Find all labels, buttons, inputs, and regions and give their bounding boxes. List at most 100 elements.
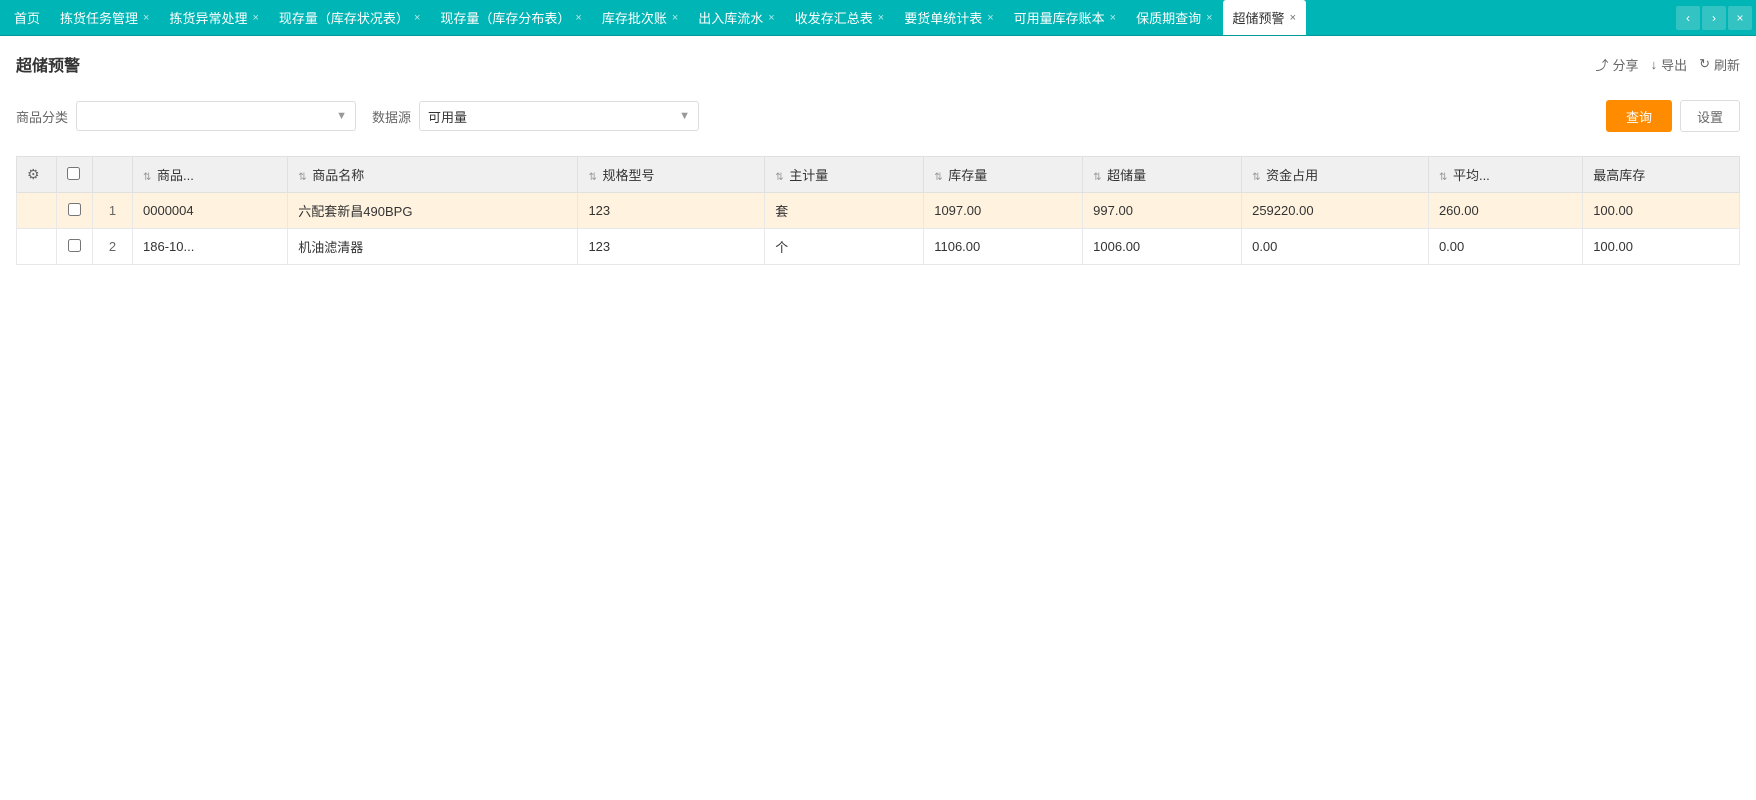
export-button[interactable]: ↓ 导出 <box>1651 55 1688 74</box>
share-button[interactable]: ⤴ 分享 <box>1596 55 1639 74</box>
nav-close-button[interactable]: × <box>1728 6 1752 30</box>
tab-拣货异常处理[interactable]: 拣货异常处理 × <box>159 0 268 36</box>
cell-settings-0 <box>17 193 57 229</box>
close-tab-5[interactable]: × <box>672 12 678 24</box>
cell-overflow-1: 1006.00 <box>1083 229 1242 265</box>
refresh-button[interactable]: ↻ 刷新 <box>1699 55 1740 74</box>
refresh-icon: ↻ <box>1699 56 1710 72</box>
column-settings-icon[interactable]: ⚙ <box>27 166 40 182</box>
close-tab-1[interactable]: × <box>143 12 149 24</box>
settings-button[interactable]: 设置 <box>1680 100 1740 132</box>
nav-bar: 首页 拣货任务管理 × 拣货异常处理 × 现存量（库存状况表） × 现存量（库存… <box>0 0 1756 36</box>
close-tab-8[interactable]: × <box>987 12 993 24</box>
sort-icon-avg: ⇅ <box>1439 172 1447 183</box>
cell-capital-1: 0.00 <box>1242 229 1429 265</box>
th-product-code[interactable]: ⇅ 商品... <box>133 157 288 193</box>
close-tab-2[interactable]: × <box>252 12 258 24</box>
cell-checkbox-0 <box>57 193 93 229</box>
tab-现存量库存分布表[interactable]: 现存量（库存分布表） × <box>430 0 591 36</box>
tab-出入库流水[interactable]: 出入库流水 × <box>688 0 784 36</box>
cell-stock-0: 1097.00 <box>924 193 1083 229</box>
cell-unit-1: 个 <box>765 229 924 265</box>
tab-超储预警[interactable]: 超储预警 × <box>1223 0 1306 36</box>
tab-收发存汇总表[interactable]: 收发存汇总表 × <box>785 0 894 36</box>
th-avg[interactable]: ⇅ 平均... <box>1428 157 1582 193</box>
nav-home[interactable]: 首页 <box>4 8 50 27</box>
cell-product-name-1: 机油滤清器 <box>288 229 578 265</box>
sort-icon-stock: ⇅ <box>934 172 942 183</box>
cell-settings-1 <box>17 229 57 265</box>
page-header: 超储预警 ⤴ 分享 ↓ 导出 ↻ 刷新 <box>16 52 1740 76</box>
sort-icon-product-name: ⇅ <box>298 172 306 183</box>
cell-rownum-1: 2 <box>93 229 133 265</box>
cell-rownum-0: 1 <box>93 193 133 229</box>
cell-stock-1: 1106.00 <box>924 229 1083 265</box>
cell-unit-0: 套 <box>765 193 924 229</box>
category-filter: 商品分类 ▼ <box>16 101 356 131</box>
tab-保质期查询[interactable]: 保质期查询 × <box>1126 0 1222 36</box>
th-stock[interactable]: ⇅ 库存量 <box>924 157 1083 193</box>
nav-arrows: ‹ › × <box>1676 6 1752 30</box>
close-tab-6[interactable]: × <box>768 12 774 24</box>
query-button[interactable]: 查询 <box>1606 100 1672 132</box>
sort-icon-capital: ⇅ <box>1252 172 1260 183</box>
page-title: 超储预警 <box>16 52 80 76</box>
cell-avg-0: 260.00 <box>1428 193 1582 229</box>
th-capital[interactable]: ⇅ 资金占用 <box>1242 157 1429 193</box>
nav-prev-button[interactable]: ‹ <box>1676 6 1700 30</box>
cell-spec-0: 123 <box>578 193 765 229</box>
th-unit[interactable]: ⇅ 主计量 <box>765 157 924 193</box>
filter-row: 商品分类 ▼ 数据源 可用量 ▼ 查询 设置 <box>16 90 1740 142</box>
datasource-label: 数据源 <box>372 107 411 126</box>
tab-现存量库存状况表[interactable]: 现存量（库存状况表） × <box>269 0 430 36</box>
datasource-value: 可用量 <box>428 107 467 126</box>
datasource-filter: 数据源 可用量 ▼ <box>372 101 699 131</box>
tab-要货单统计表[interactable]: 要货单统计表 × <box>894 0 1003 36</box>
th-max-stock: 最高库存 <box>1583 157 1740 193</box>
th-spec[interactable]: ⇅ 规格型号 <box>578 157 765 193</box>
page-content: 超储预警 ⤴ 分享 ↓ 导出 ↻ 刷新 商品分类 ▼ 数据源 <box>0 36 1756 800</box>
sort-icon-unit: ⇅ <box>775 172 783 183</box>
row-checkbox-0[interactable] <box>68 203 81 216</box>
cell-checkbox-1 <box>57 229 93 265</box>
th-checkbox <box>57 157 93 193</box>
category-select[interactable]: ▼ <box>76 101 356 131</box>
datasource-dropdown-icon: ▼ <box>679 110 690 122</box>
table-row: 2 186-10... 机油滤清器 123 个 1106.00 1006.00 … <box>17 229 1740 265</box>
close-tab-7[interactable]: × <box>878 12 884 24</box>
cell-product-code-1: 186-10... <box>133 229 288 265</box>
header-actions: ⤴ 分享 ↓ 导出 ↻ 刷新 <box>1596 55 1740 74</box>
sort-icon-overflow: ⇅ <box>1093 172 1101 183</box>
cell-max-stock-0: 100.00 <box>1583 193 1740 229</box>
close-tab-3[interactable]: × <box>414 12 420 24</box>
share-icon: ⤴ <box>1596 55 1609 74</box>
close-tab-9[interactable]: × <box>1110 12 1116 24</box>
th-overflow[interactable]: ⇅ 超储量 <box>1083 157 1242 193</box>
tab-可用量库存账本[interactable]: 可用量库存账本 × <box>1004 0 1126 36</box>
category-label: 商品分类 <box>16 107 68 126</box>
select-all-checkbox[interactable] <box>67 167 80 180</box>
th-product-name[interactable]: ⇅ 商品名称 <box>288 157 578 193</box>
row-checkbox-1[interactable] <box>68 239 81 252</box>
close-tab-4[interactable]: × <box>575 12 581 24</box>
cell-product-name-0: 六配套新昌490BPG <box>288 193 578 229</box>
tab-拣货任务管理[interactable]: 拣货任务管理 × <box>50 0 159 36</box>
category-dropdown-icon: ▼ <box>336 110 347 122</box>
tab-库存批次账[interactable]: 库存批次账 × <box>592 0 688 36</box>
cell-overflow-0: 997.00 <box>1083 193 1242 229</box>
sort-icon-spec: ⇅ <box>588 172 596 183</box>
data-table: ⚙ ⇅ 商品... ⇅ 商品名称 ⇅ 规格型号 <box>16 156 1740 265</box>
close-tab-10[interactable]: × <box>1206 12 1212 24</box>
cell-spec-1: 123 <box>578 229 765 265</box>
close-tab-11[interactable]: × <box>1290 12 1296 24</box>
cell-product-code-0: 0000004 <box>133 193 288 229</box>
filter-buttons: 查询 设置 <box>1606 100 1740 132</box>
th-row-num <box>93 157 133 193</box>
sort-icon-product-code: ⇅ <box>143 172 151 183</box>
th-settings: ⚙ <box>17 157 57 193</box>
datasource-select[interactable]: 可用量 ▼ <box>419 101 699 131</box>
cell-avg-1: 0.00 <box>1428 229 1582 265</box>
table-header-row: ⚙ ⇅ 商品... ⇅ 商品名称 ⇅ 规格型号 <box>17 157 1740 193</box>
cell-max-stock-1: 100.00 <box>1583 229 1740 265</box>
nav-next-button[interactable]: › <box>1702 6 1726 30</box>
